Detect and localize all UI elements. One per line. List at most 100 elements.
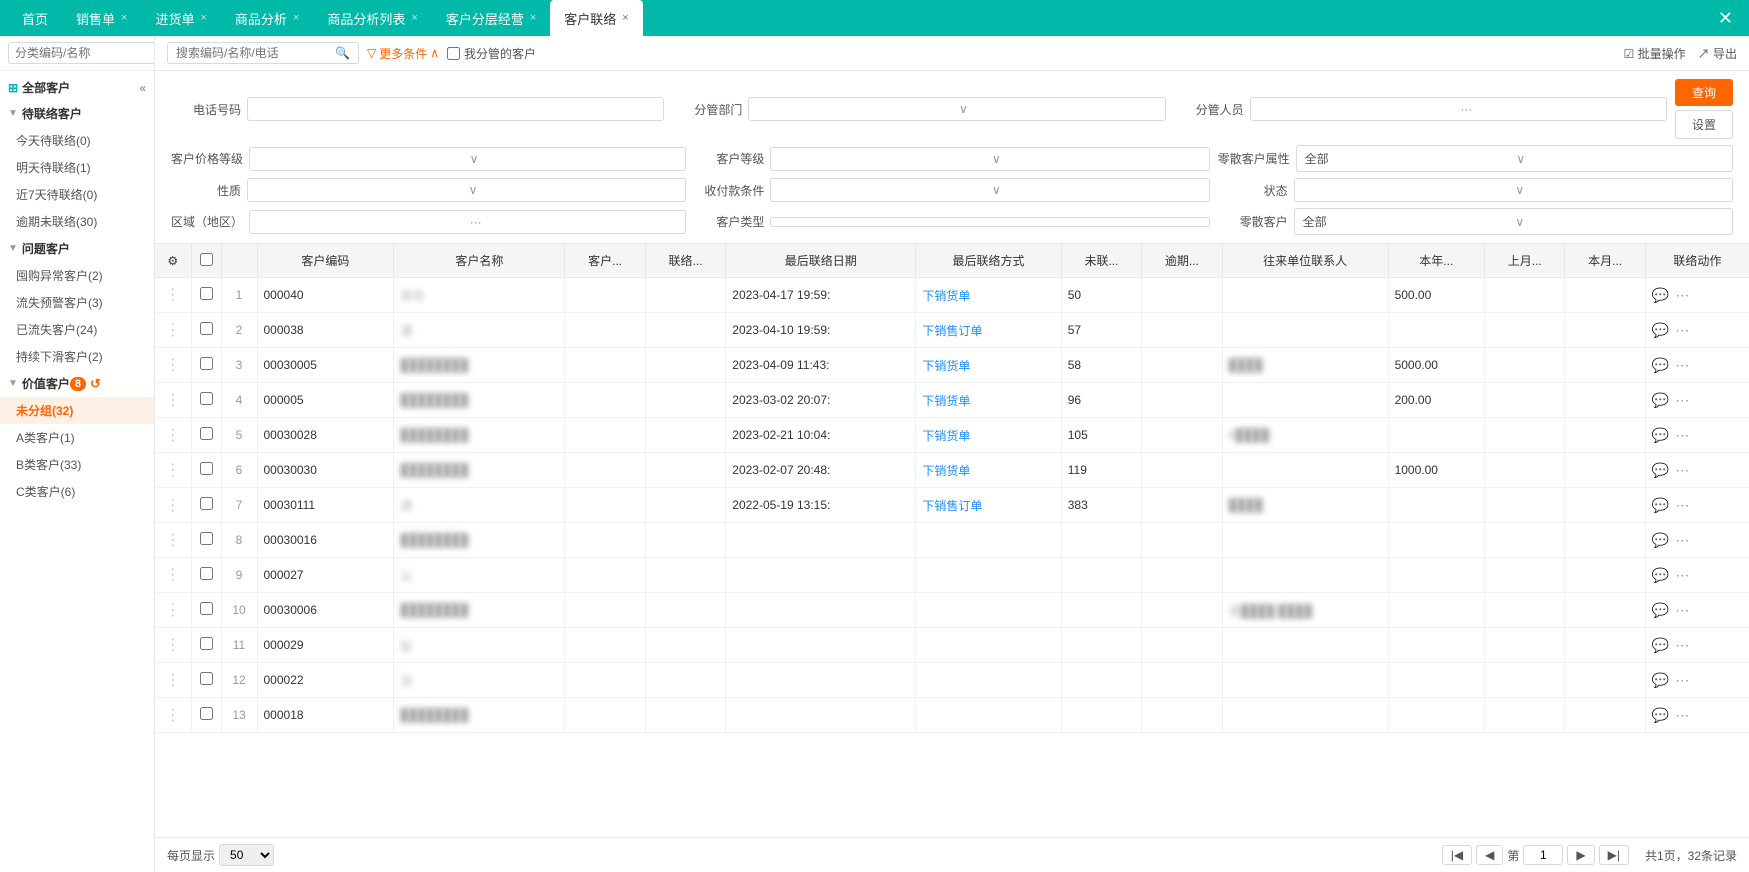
contact-method-link[interactable]: 下销售订单 [922,324,982,338]
nav-tab-商品分析列表[interactable]: 商品分析列表× [313,0,431,36]
phone-action-icon[interactable]: 💬 [1652,637,1669,654]
tab-close-icon[interactable]: × [121,12,127,24]
status-select[interactable]: ∨ [1294,178,1733,202]
more-action-icon[interactable]: ⋯ [1675,567,1689,584]
sidebar-group-2[interactable]: ▼价值客户8↺ [0,370,154,397]
sidebar-item-1-2[interactable]: 已流失客户(24) [0,316,154,343]
page-size-select[interactable]: 50 100 200 [219,844,274,866]
row-checkbox[interactable] [200,567,213,580]
last-page-button[interactable]: ▶| [1599,845,1629,865]
sidebar-item-0-3[interactable]: 逾期未联络(30) [0,208,154,235]
checkbox-col-header[interactable] [191,244,221,278]
sidebar-item-0-1[interactable]: 明天待联络(1) [0,154,154,181]
phone-input[interactable] [247,97,664,121]
tab-close-icon[interactable]: × [200,12,206,24]
more-conditions-button[interactable]: ▽ 更多条件 ∧ [367,45,439,62]
row-checkbox[interactable] [200,532,213,545]
contact-method-link[interactable]: 下销售订单 [922,499,982,513]
row-checkbox[interactable] [200,287,213,300]
nav-tab-客户分层经营[interactable]: 客户分层经营× [432,0,550,36]
last-date-col-header[interactable]: 最后联络日期 [726,244,916,278]
phone-action-icon[interactable]: 💬 [1652,287,1669,304]
tab-close-icon[interactable]: × [411,12,417,24]
row-checkbox[interactable] [200,672,213,685]
phone-action-icon[interactable]: 💬 [1652,602,1669,619]
my-customers-check[interactable] [447,47,460,60]
type-col-header[interactable]: 客户... [565,244,645,278]
contact-method-link[interactable]: 下销货单 [922,429,970,443]
contact-method-link[interactable]: 下销货单 [922,464,970,478]
payment-select[interactable]: ∨ [770,178,1209,202]
filter-search-input[interactable] [176,46,331,60]
more-action-icon[interactable]: ⋯ [1675,672,1689,689]
sidebar-item-2-0[interactable]: 未分组(32) [0,397,154,424]
more-action-icon[interactable]: ⋯ [1675,322,1689,339]
nav-tab-商品分析[interactable]: 商品分析× [221,0,313,36]
phone-action-icon[interactable]: 💬 [1652,532,1669,549]
price-level-select[interactable]: ∨ [249,147,686,171]
first-page-button[interactable]: |◀ [1442,845,1472,865]
contact-method-link[interactable]: 下销货单 [922,289,970,303]
contact-method-link[interactable]: 下销货单 [922,394,970,408]
no-contact-col-header[interactable]: 未联... [1061,244,1141,278]
nature-select[interactable]: ∨ [247,178,686,202]
retail-customer-select[interactable]: 全部 ∨ [1294,208,1733,235]
phone-action-icon[interactable]: 💬 [1652,427,1669,444]
sidebar-item-1-0[interactable]: 囤购异常客户(2) [0,262,154,289]
reset-button[interactable]: 设置 [1675,110,1733,139]
row-checkbox[interactable] [200,497,213,510]
row-checkbox[interactable] [200,357,213,370]
row-checkbox[interactable] [200,462,213,475]
this-year-col-header[interactable]: 本年... [1388,244,1484,278]
phone-action-icon[interactable]: 💬 [1652,322,1669,339]
row-checkbox[interactable] [200,637,213,650]
this-month-col-header[interactable]: 本月... [1565,244,1645,278]
sidebar-item-2-2[interactable]: B类客户(33) [0,451,154,478]
name-col-header[interactable]: 客户名称 [394,244,565,278]
row-checkbox[interactable] [200,602,213,615]
code-col-header[interactable]: 客户编码 [257,244,394,278]
more-action-icon[interactable]: ⋯ [1675,707,1689,724]
sidebar-search-input[interactable] [8,42,155,64]
phone-action-icon[interactable]: 💬 [1652,462,1669,479]
collapse-sidebar-icon[interactable]: « [139,81,146,95]
row-checkbox[interactable] [200,392,213,405]
export-button[interactable]: ↗ 导出 [1698,45,1737,62]
bulk-operations-button[interactable]: ☑ 批量操作 [1624,45,1686,62]
my-customers-checkbox[interactable]: 我分管的客户 [447,45,536,62]
sidebar-group-1[interactable]: ▼问题客户 [0,235,154,262]
phone-action-icon[interactable]: 💬 [1652,357,1669,374]
more-action-icon[interactable]: ⋯ [1675,357,1689,374]
row-checkbox[interactable] [200,707,213,720]
close-all-button[interactable]: ✕ [1710,8,1741,29]
tab-close-icon[interactable]: × [293,12,299,24]
customer-level-select[interactable]: ∨ [770,147,1209,171]
phone-action-icon[interactable]: 💬 [1652,567,1669,584]
next-page-button[interactable]: ▶ [1567,845,1594,865]
more-action-icon[interactable]: ⋯ [1675,497,1689,514]
region-select[interactable]: ··· [249,210,686,234]
last-month-col-header[interactable]: 上月... [1485,244,1565,278]
phone-action-icon[interactable]: 💬 [1652,497,1669,514]
sidebar-item-1-3[interactable]: 持续下滑客户(2) [0,343,154,370]
phone-action-icon[interactable]: 💬 [1652,392,1669,409]
sidebar-item-2-3[interactable]: C类客户(6) [0,478,154,505]
sidebar-item-0-0[interactable]: 今天待联络(0) [0,127,154,154]
more-action-icon[interactable]: ⋯ [1675,392,1689,409]
more-action-icon[interactable]: ⋯ [1675,287,1689,304]
tab-close-icon[interactable]: × [622,12,628,24]
dept-select[interactable]: ∨ [748,97,1165,121]
contact-col-header[interactable]: 联络... [645,244,725,278]
retail-attr-select[interactable]: 全部 ∨ [1296,145,1733,172]
row-checkbox[interactable] [200,427,213,440]
more-action-icon[interactable]: ⋯ [1675,602,1689,619]
sidebar-item-2-1[interactable]: A类客户(1) [0,424,154,451]
nav-tab-销售单[interactable]: 销售单× [62,0,141,36]
manager-select[interactable]: ··· [1250,97,1667,121]
all-customers-header[interactable]: ⊞全部客户« [0,71,154,100]
tab-close-icon[interactable]: × [530,12,536,24]
contact-method-link[interactable]: 下销货单 [922,359,970,373]
more-action-icon[interactable]: ⋯ [1675,462,1689,479]
phone-action-icon[interactable]: 💬 [1652,672,1669,689]
more-action-icon[interactable]: ⋯ [1675,532,1689,549]
